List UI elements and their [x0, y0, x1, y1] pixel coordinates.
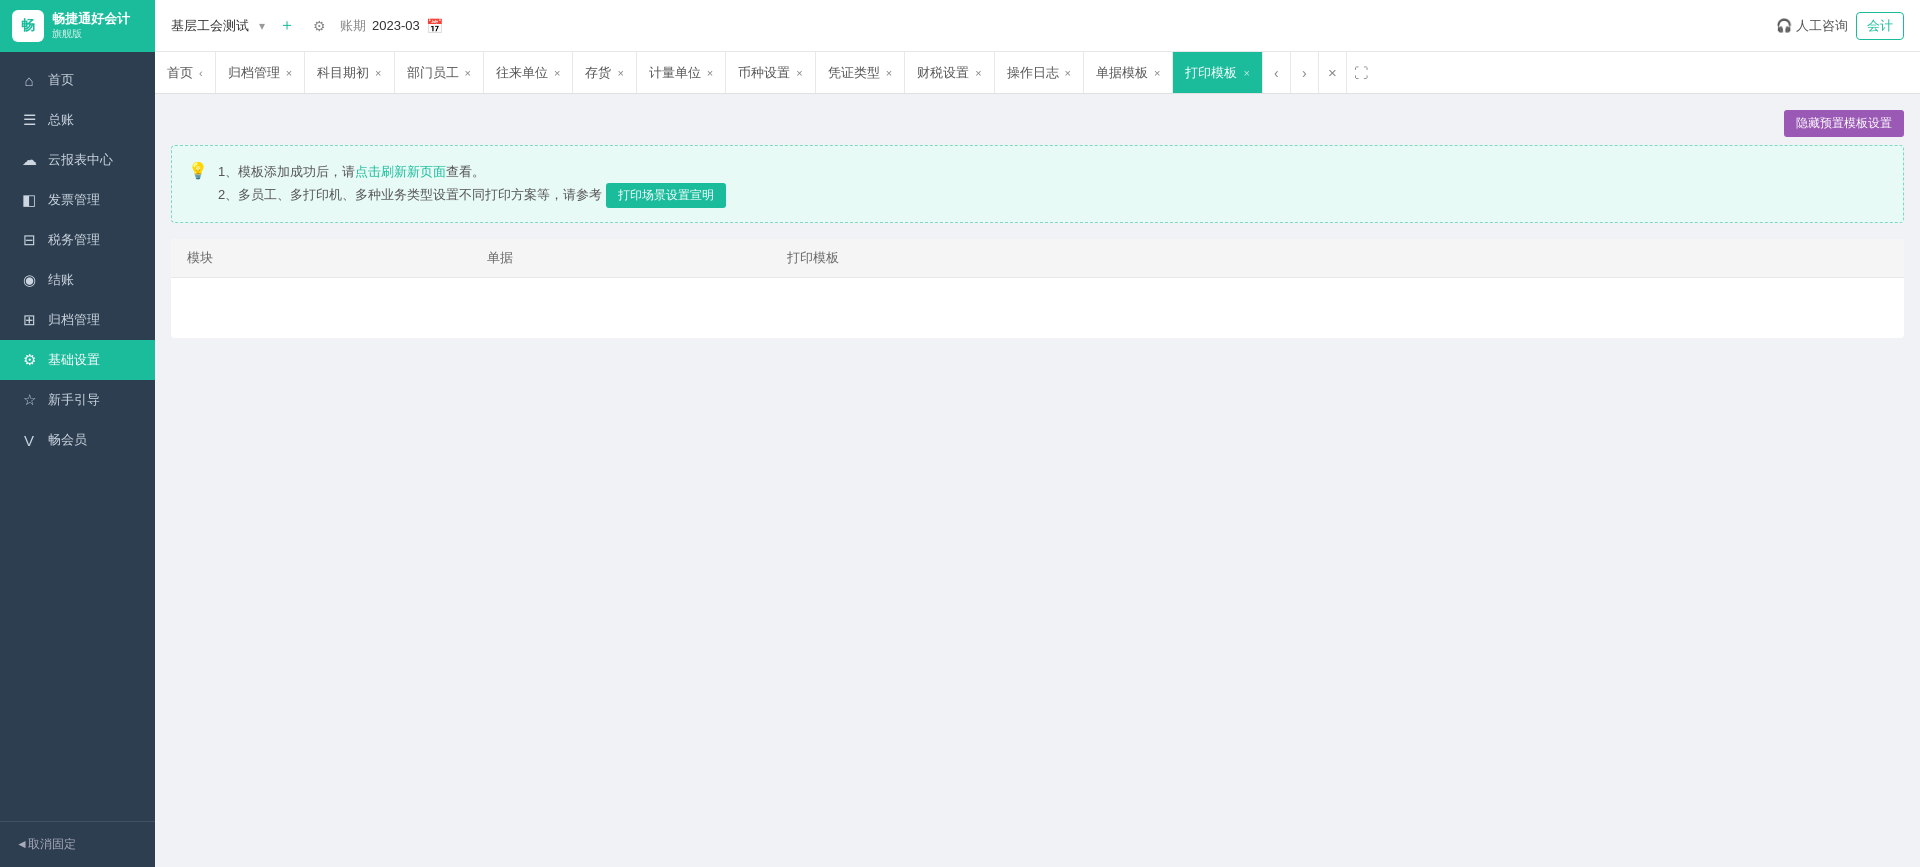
tab-expand-button[interactable]: ⛶ — [1347, 52, 1375, 93]
tab-operation-log[interactable]: 操作日志 × — [995, 52, 1084, 93]
tab-close-all-button[interactable]: × — [1319, 52, 1347, 93]
logo-icon: 畅 — [12, 10, 44, 42]
invoice-icon: ◧ — [20, 191, 38, 209]
archive-icon: ⊞ — [20, 311, 38, 329]
print-scene-button[interactable]: 打印场景设置宣明 — [606, 183, 726, 208]
sidebar-item-invoices[interactable]: ◧ 发票管理 — [0, 180, 155, 220]
tab-archive-close[interactable]: × — [286, 67, 292, 79]
cloud-icon: ☁ — [20, 151, 38, 169]
sidebar-item-settings[interactable]: ⚙ 基础设置 — [0, 340, 155, 380]
tab-unit[interactable]: 计量单位 × — [637, 52, 726, 93]
settings-gear-icon[interactable]: ⚙ — [309, 18, 330, 34]
member-icon: V — [20, 432, 38, 449]
notice-bar: 💡 1、模板添加成功后，请点击刷新新页面查看。 2、多员工、多打印机、多种业务类… — [171, 145, 1904, 223]
period-display: 账期 2023-03 📅 — [340, 17, 443, 35]
sidebar-item-label: 总账 — [48, 111, 74, 129]
sidebar-item-closing[interactable]: ◉ 结账 — [0, 260, 155, 300]
settings-icon: ⚙ — [20, 351, 38, 369]
sidebar-item-label: 首页 — [48, 71, 74, 89]
tab-single-template[interactable]: 单据模板 × — [1084, 52, 1173, 93]
add-tab-button[interactable]: ＋ — [275, 15, 299, 36]
tab-supplier-close[interactable]: × — [554, 67, 560, 79]
sidebar-item-label: 畅会员 — [48, 431, 87, 449]
support-button[interactable]: 🎧 人工咨询 — [1776, 17, 1848, 35]
logo-area: 畅 畅捷通好会计 旗舰版 — [0, 0, 155, 52]
col-module-header: 模块 — [187, 249, 487, 267]
table-body — [171, 278, 1904, 338]
topbar: 基层工会测试 ▾ ＋ ⚙ 账期 2023-03 📅 🎧 人工咨询 会计 — [155, 0, 1920, 52]
tab-archive-mgmt[interactable]: 归档管理 × — [216, 52, 305, 93]
col-doc-header: 单据 — [487, 249, 787, 267]
sidebar-item-member[interactable]: V 畅会员 — [0, 420, 155, 460]
tax-icon: ⊟ — [20, 231, 38, 249]
logo-subtitle: 旗舰版 — [52, 27, 130, 41]
tab-dept-emp[interactable]: 部门员工 × — [395, 52, 484, 93]
top-right-actions: 隐藏预置模板设置 — [171, 110, 1904, 137]
tab-currency-close[interactable]: × — [796, 67, 802, 79]
sidebar-nav: ⌂ 首页 ☰ 总账 ☁ 云报表中心 ◧ 发票管理 ⊟ 税务管理 ◉ 结账 ⊞ 归… — [0, 52, 155, 821]
tab-tax-close[interactable]: × — [975, 67, 981, 79]
tab-supplier[interactable]: 往来单位 × — [484, 52, 573, 93]
tab-currency[interactable]: 币种设置 × — [726, 52, 815, 93]
tab-dept-close[interactable]: × — [465, 67, 471, 79]
data-table: 模块 单据 打印模板 — [171, 239, 1904, 338]
tabbar: 首页 ‹ 归档管理 × 科目期初 × 部门员工 × 往来单位 × 存货 × 计量… — [155, 52, 1920, 94]
tab-voucher-close[interactable]: × — [886, 67, 892, 79]
table-header-row: 模块 单据 打印模板 — [171, 239, 1904, 278]
sidebar: 畅 畅捷通好会计 旗舰版 ⌂ 首页 ☰ 总账 ☁ 云报表中心 ◧ 发票管理 ⊟ … — [0, 0, 155, 867]
tab-inventory[interactable]: 存货 × — [573, 52, 636, 93]
sidebar-item-label: 发票管理 — [48, 191, 100, 209]
tab-subject-close[interactable]: × — [375, 67, 381, 79]
headset-icon: 🎧 — [1776, 18, 1792, 33]
sidebar-item-label: 结账 — [48, 271, 74, 289]
sidebar-item-archive[interactable]: ⊞ 归档管理 — [0, 300, 155, 340]
ledger-icon: ☰ — [20, 111, 38, 129]
sidebar-item-home[interactable]: ⌂ 首页 — [0, 60, 155, 100]
tab-tax-setting[interactable]: 财税设置 × — [905, 52, 994, 93]
tab-unit-close[interactable]: × — [707, 67, 713, 79]
home-icon: ⌂ — [20, 72, 38, 89]
account-button[interactable]: 会计 — [1856, 12, 1904, 40]
unpin-button[interactable]: ◄取消固定 — [0, 821, 155, 867]
closing-icon: ◉ — [20, 271, 38, 289]
content-area: 隐藏预置模板设置 💡 1、模板添加成功后，请点击刷新新页面查看。 2、多员工、多… — [155, 94, 1920, 867]
notice-icon: 💡 — [188, 161, 208, 180]
sidebar-item-reports[interactable]: ☁ 云报表中心 — [0, 140, 155, 180]
refresh-link[interactable]: 点击刷新新页面 — [355, 164, 446, 179]
guide-icon: ☆ — [20, 391, 38, 409]
tab-home[interactable]: 首页 ‹ — [155, 52, 216, 93]
sidebar-item-label: 新手引导 — [48, 391, 100, 409]
main-area: 基层工会测试 ▾ ＋ ⚙ 账期 2023-03 📅 🎧 人工咨询 会计 首页 ‹… — [155, 0, 1920, 867]
tab-oplog-close[interactable]: × — [1065, 67, 1071, 79]
calendar-icon[interactable]: 📅 — [426, 18, 443, 34]
company-dropdown-icon[interactable]: ▾ — [259, 19, 265, 33]
tab-single-close[interactable]: × — [1154, 67, 1160, 79]
sidebar-item-label: 归档管理 — [48, 311, 100, 329]
sidebar-item-label: 基础设置 — [48, 351, 100, 369]
tab-home-back[interactable]: ‹ — [199, 67, 203, 79]
tab-subject-init[interactable]: 科目期初 × — [305, 52, 394, 93]
tab-print-template[interactable]: 打印模板 × — [1173, 52, 1262, 93]
tab-prev-button[interactable]: ‹ — [1263, 52, 1291, 93]
logo-title: 畅捷通好会计 — [52, 11, 130, 27]
hide-template-button[interactable]: 隐藏预置模板设置 — [1784, 110, 1904, 137]
sidebar-item-label: 云报表中心 — [48, 151, 113, 169]
tab-voucher-type[interactable]: 凭证类型 × — [816, 52, 905, 93]
col-template-header: 打印模板 — [787, 249, 1888, 267]
sidebar-item-label: 税务管理 — [48, 231, 100, 249]
sidebar-item-ledger[interactable]: ☰ 总账 — [0, 100, 155, 140]
sidebar-item-tax[interactable]: ⊟ 税务管理 — [0, 220, 155, 260]
sidebar-item-guide[interactable]: ☆ 新手引导 — [0, 380, 155, 420]
tab-inventory-close[interactable]: × — [617, 67, 623, 79]
tab-print-close[interactable]: × — [1243, 67, 1249, 79]
notice-text: 1、模板添加成功后，请点击刷新新页面查看。 2、多员工、多打印机、多种业务类型设… — [218, 160, 1887, 208]
topbar-right: 🎧 人工咨询 会计 — [1776, 12, 1904, 40]
tab-next-button[interactable]: › — [1291, 52, 1319, 93]
company-name: 基层工会测试 — [171, 17, 249, 35]
